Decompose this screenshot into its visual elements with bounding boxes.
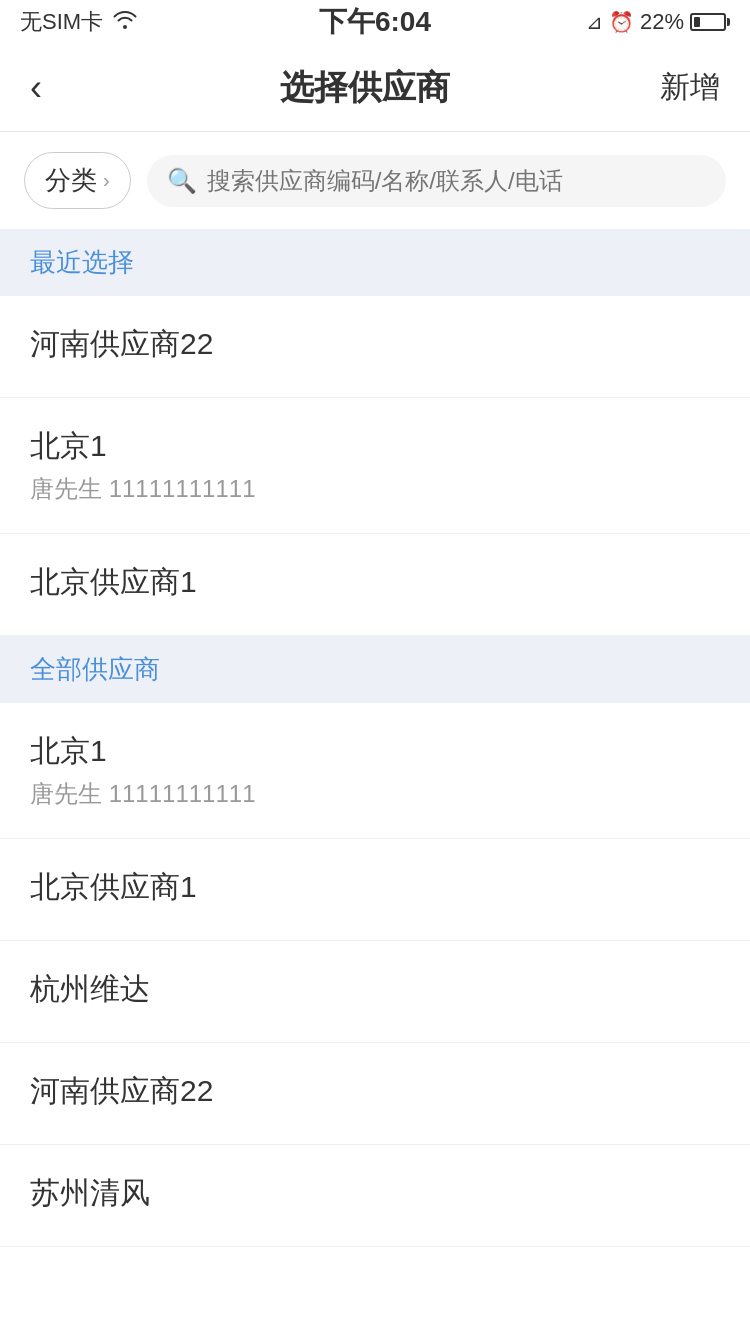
all-list-item[interactable]: 杭州维达 — [0, 941, 750, 1043]
recent-section-header: 最近选择 — [0, 229, 750, 296]
status-right: ⊿ ⏰ 22% — [586, 9, 730, 35]
wifi-icon — [111, 9, 139, 35]
search-input[interactable] — [207, 167, 706, 195]
item-name: 北京供应商1 — [30, 867, 720, 908]
all-section-header: 全部供应商 — [0, 636, 750, 703]
item-name: 北京供应商1 — [30, 562, 720, 603]
carrier-text: 无SIM卡 — [20, 7, 103, 37]
item-name: 杭州维达 — [30, 969, 720, 1010]
item-name: 河南供应商22 — [30, 324, 720, 365]
filter-bar: 分类 › 🔍 — [0, 132, 750, 229]
alarm-icon: ⏰ — [609, 10, 634, 34]
item-name: 河南供应商22 — [30, 1071, 720, 1112]
add-button[interactable]: 新增 — [640, 67, 720, 108]
item-sub: 唐先生 11111111111 — [30, 778, 720, 810]
search-icon: 🔍 — [167, 167, 197, 195]
recent-list-item[interactable]: 北京1 唐先生 11111111111 — [0, 398, 750, 534]
category-label: 分类 — [45, 163, 97, 198]
all-items-list: 北京1 唐先生 11111111111 北京供应商1 杭州维达河南供应商22 苏州清风 — [0, 703, 750, 1247]
battery-icon — [690, 13, 730, 31]
recent-list-item[interactable]: 北京供应商1 — [0, 534, 750, 636]
back-button[interactable]: ‹ — [30, 67, 90, 109]
recent-list-item[interactable]: 河南供应商22 — [0, 296, 750, 398]
location-icon: ⊿ — [586, 10, 603, 34]
battery-percent: 22% — [640, 9, 684, 35]
page-title: 选择供应商 — [280, 65, 450, 111]
item-sub: 唐先生 11111111111 — [30, 473, 720, 505]
chevron-right-icon: › — [103, 169, 110, 192]
all-list-item[interactable]: 北京1 唐先生 11111111111 — [0, 703, 750, 839]
category-filter-button[interactable]: 分类 › — [24, 152, 131, 209]
item-name: 苏州清风 — [30, 1173, 720, 1214]
recent-section-label: 最近选择 — [30, 247, 134, 277]
all-section-label: 全部供应商 — [30, 654, 160, 684]
all-list-item[interactable]: 河南供应商22 — [0, 1043, 750, 1145]
search-box[interactable]: 🔍 — [147, 155, 726, 207]
status-bar: 无SIM卡 下午6:04 ⊿ ⏰ 22% — [0, 0, 750, 44]
nav-bar: ‹ 选择供应商 新增 — [0, 44, 750, 132]
all-list-item[interactable]: 北京供应商1 — [0, 839, 750, 941]
recent-items-list: 河南供应商22 北京1 唐先生 11111111111 北京供应商1 — [0, 296, 750, 636]
all-list-item[interactable]: 苏州清风 — [0, 1145, 750, 1247]
status-left: 无SIM卡 — [20, 7, 139, 37]
item-name: 北京1 — [30, 731, 720, 772]
status-time: 下午6:04 — [319, 3, 431, 41]
item-name: 北京1 — [30, 426, 720, 467]
